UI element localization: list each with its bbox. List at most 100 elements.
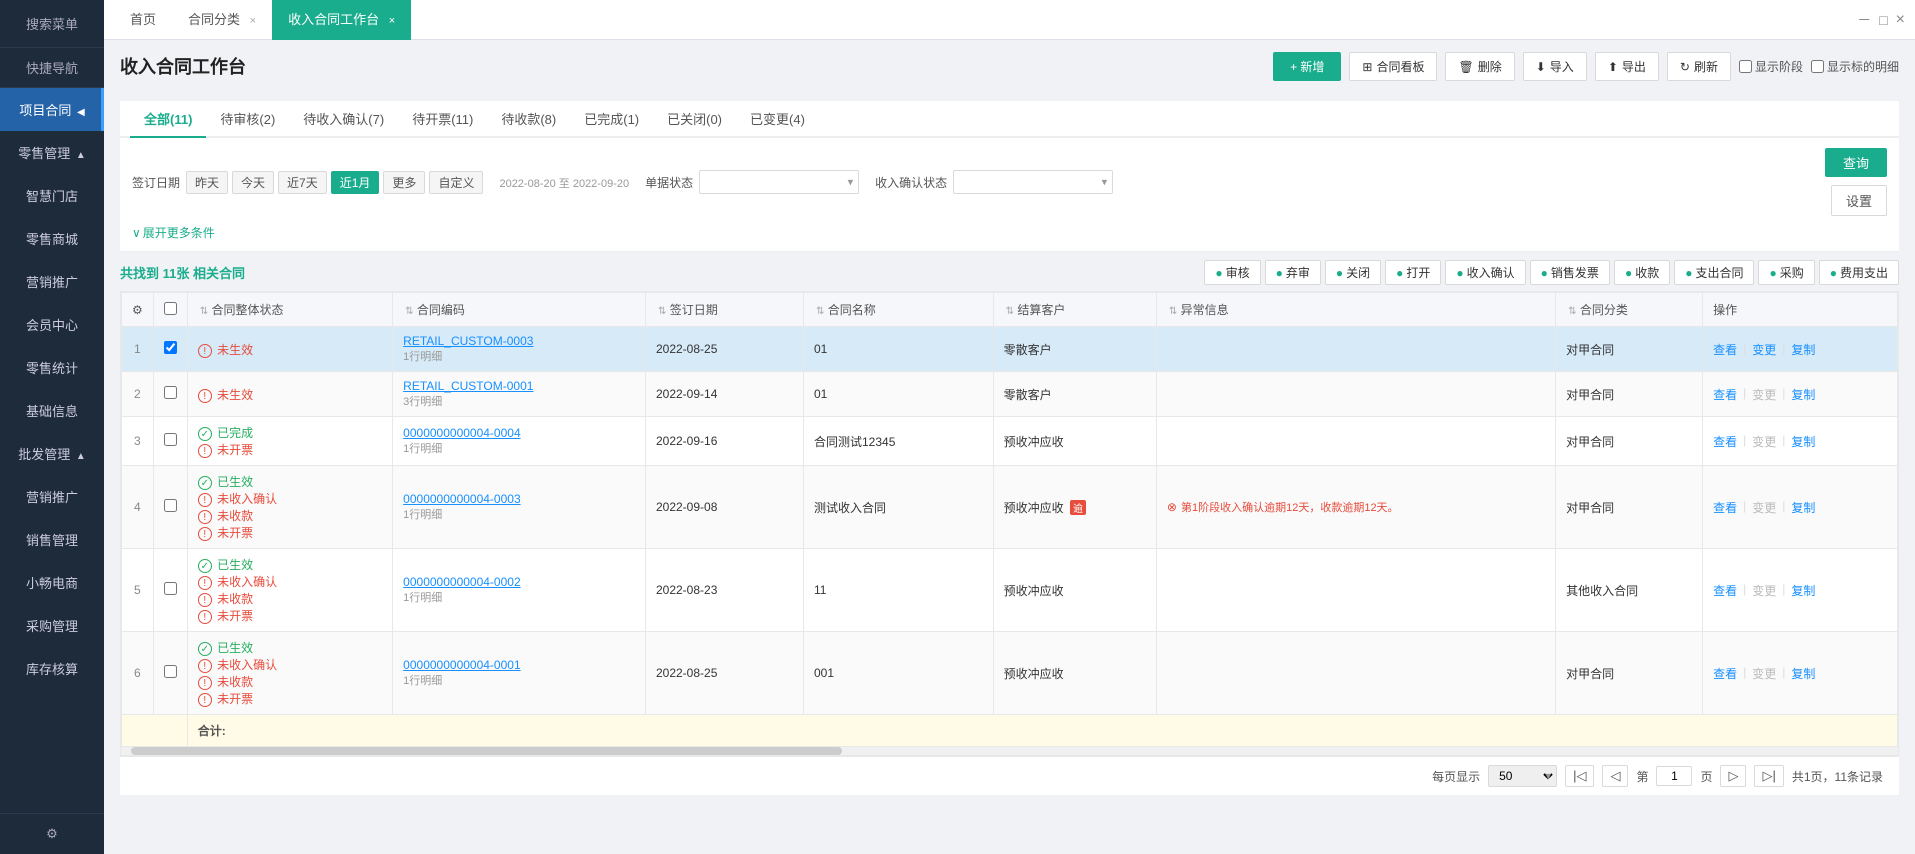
sort-icon-name[interactable]: ⇅ xyxy=(816,306,824,317)
show-stage-checkbox[interactable]: 显示阶段 xyxy=(1739,58,1803,75)
sidebar-item-sales-marketing[interactable]: 营销推广 xyxy=(0,475,104,518)
sort-icon-customer[interactable]: ⇅ xyxy=(1006,306,1014,317)
row-checkbox-2[interactable] xyxy=(153,372,187,417)
op-view-5[interactable]: 查看 xyxy=(1713,582,1737,599)
kanban-button[interactable]: ⊞ 合同看板 xyxy=(1349,52,1437,81)
close-tab-contract-category[interactable]: × xyxy=(250,15,256,27)
sidebar-item-retail-mall[interactable]: 零售商城 xyxy=(0,217,104,260)
doc-status-select[interactable] xyxy=(699,170,859,194)
delete-button[interactable]: 🗑 删除 xyxy=(1445,52,1514,81)
tab-contract-category[interactable]: 合同分类 × xyxy=(172,0,272,40)
sidebar-settings[interactable]: ⚙ xyxy=(0,813,104,854)
op-copy-1[interactable]: 复制 xyxy=(1791,341,1815,358)
refresh-button[interactable]: ↻ 刷新 xyxy=(1667,52,1731,81)
checkbox-3[interactable] xyxy=(164,433,177,446)
op-copy-4[interactable]: 复制 xyxy=(1791,499,1815,516)
tab-home[interactable]: 首页 xyxy=(114,0,172,40)
code-link-3[interactable]: 0000000000004-0004 xyxy=(403,426,520,440)
action-purchase[interactable]: ● 采购 xyxy=(1758,260,1814,285)
status-tab-changed[interactable]: 已变更(4) xyxy=(736,101,819,138)
action-expense-contract[interactable]: ● 支出合同 xyxy=(1674,260,1754,285)
sidebar-item-marketing[interactable]: 营销推广 xyxy=(0,260,104,303)
row-checkbox-4[interactable] xyxy=(153,466,187,549)
date-more[interactable]: 更多 xyxy=(383,171,425,194)
action-open[interactable]: ● 打开 xyxy=(1385,260,1441,285)
show-stage-input[interactable] xyxy=(1739,60,1752,73)
date-yesterday[interactable]: 昨天 xyxy=(186,171,228,194)
checkbox-2[interactable] xyxy=(164,386,177,399)
action-income-confirm[interactable]: ● 收入确认 xyxy=(1445,260,1525,285)
op-edit-3[interactable]: 变更 xyxy=(1752,433,1776,450)
op-edit-5[interactable]: 变更 xyxy=(1752,582,1776,599)
prev-page-button[interactable]: ◁ xyxy=(1602,765,1628,787)
op-view-4[interactable]: 查看 xyxy=(1713,499,1737,516)
sort-icon-code[interactable]: ⇅ xyxy=(405,306,413,317)
sidebar-item-xiaojiang[interactable]: 小畅电商 xyxy=(0,561,104,604)
sidebar-item-retail-stats[interactable]: 零售统计 xyxy=(0,346,104,389)
scrollbar-thumb[interactable] xyxy=(131,747,842,755)
expand-button[interactable]: ∨ 展开更多条件 xyxy=(132,224,1887,241)
sidebar-item-purchase[interactable]: 采购管理 xyxy=(0,604,104,647)
page-input[interactable] xyxy=(1656,766,1692,786)
action-review[interactable]: ● 审核 xyxy=(1204,260,1260,285)
sidebar-search[interactable]: 搜索菜单 xyxy=(0,0,104,48)
action-expense[interactable]: ● 费用支出 xyxy=(1819,260,1899,285)
select-all-checkbox[interactable] xyxy=(164,302,177,315)
row-checkbox-6[interactable] xyxy=(153,632,187,715)
status-tab-all[interactable]: 全部(11) xyxy=(130,101,206,138)
code-link-6[interactable]: 0000000000004-0001 xyxy=(403,658,520,672)
sort-icon-type[interactable]: ⇅ xyxy=(1568,306,1576,317)
sort-icon-error[interactable]: ⇅ xyxy=(1169,306,1177,317)
code-link-5[interactable]: 0000000000004-0002 xyxy=(403,575,520,589)
op-edit-2[interactable]: 变更 xyxy=(1752,386,1776,403)
th-select-all[interactable]: ⚙ xyxy=(122,293,154,327)
last-page-button[interactable]: ▷| xyxy=(1754,765,1783,787)
date-1month[interactable]: 近1月 xyxy=(331,171,380,194)
query-button[interactable]: 查询 xyxy=(1825,148,1887,177)
close-icon[interactable]: × xyxy=(1896,11,1905,29)
op-view-2[interactable]: 查看 xyxy=(1713,386,1737,403)
action-payment[interactable]: ● 收款 xyxy=(1614,260,1670,285)
op-copy-2[interactable]: 复制 xyxy=(1791,386,1815,403)
sort-icon-date[interactable]: ⇅ xyxy=(658,306,666,317)
action-sales-invoice[interactable]: ● 销售发票 xyxy=(1530,260,1610,285)
settings-button[interactable]: 设置 xyxy=(1831,185,1887,216)
date-7days[interactable]: 近7天 xyxy=(278,171,327,194)
new-button[interactable]: + 新增 xyxy=(1273,52,1341,81)
sidebar-item-wholesale[interactable]: 批发管理 ▲ xyxy=(0,432,104,475)
op-edit-4[interactable]: 变更 xyxy=(1752,499,1776,516)
close-tab-income-workbench[interactable]: × xyxy=(389,15,395,27)
income-confirm-select[interactable] xyxy=(953,170,1113,194)
horizontal-scrollbar[interactable] xyxy=(121,747,1898,755)
maximize-icon[interactable]: □ xyxy=(1879,12,1887,28)
checkbox-1[interactable] xyxy=(164,341,177,354)
sidebar-quick-nav[interactable]: 快捷导航 xyxy=(0,48,104,88)
page-size-select[interactable]: 50 100 200 xyxy=(1488,765,1557,787)
show-mark-checkbox[interactable]: 显示标的明细 xyxy=(1811,58,1899,75)
status-tab-pending-review[interactable]: 待审核(2) xyxy=(206,101,289,138)
settings-col-icon[interactable]: ⚙ xyxy=(132,303,143,317)
op-view-3[interactable]: 查看 xyxy=(1713,433,1737,450)
date-custom[interactable]: 自定义 xyxy=(429,171,483,194)
sort-icon-status[interactable]: ⇅ xyxy=(200,306,208,317)
op-edit-6[interactable]: 变更 xyxy=(1752,665,1776,682)
op-view-6[interactable]: 查看 xyxy=(1713,665,1737,682)
status-tab-pending-confirm[interactable]: 待收入确认(7) xyxy=(289,101,398,138)
op-edit-1[interactable]: 变更 xyxy=(1752,341,1776,358)
op-copy-5[interactable]: 复制 xyxy=(1791,582,1815,599)
minimize-icon[interactable]: － xyxy=(1857,10,1871,30)
code-link-2[interactable]: RETAIL_CUSTOM-0001 xyxy=(403,379,533,393)
sidebar-item-project[interactable]: 项目合同 ◀ xyxy=(0,88,104,131)
sidebar-item-retail-mgmt[interactable]: 零售管理 ▲ xyxy=(0,131,104,174)
sidebar-item-smart-store[interactable]: 智慧门店 xyxy=(0,174,104,217)
status-tab-completed[interactable]: 已完成(1) xyxy=(570,101,653,138)
tab-income-workbench[interactable]: 收入合同工作台 × xyxy=(272,0,411,40)
date-today[interactable]: 今天 xyxy=(232,171,274,194)
op-copy-6[interactable]: 复制 xyxy=(1791,665,1815,682)
action-abandon-review[interactable]: ● 弃审 xyxy=(1265,260,1321,285)
export-button[interactable]: ⬆ 导出 xyxy=(1595,52,1659,81)
code-link-4[interactable]: 0000000000004-0003 xyxy=(403,492,520,506)
op-view-1[interactable]: 查看 xyxy=(1713,341,1737,358)
sidebar-item-sales-mgmt[interactable]: 销售管理 xyxy=(0,518,104,561)
row-checkbox-1[interactable] xyxy=(153,327,187,372)
